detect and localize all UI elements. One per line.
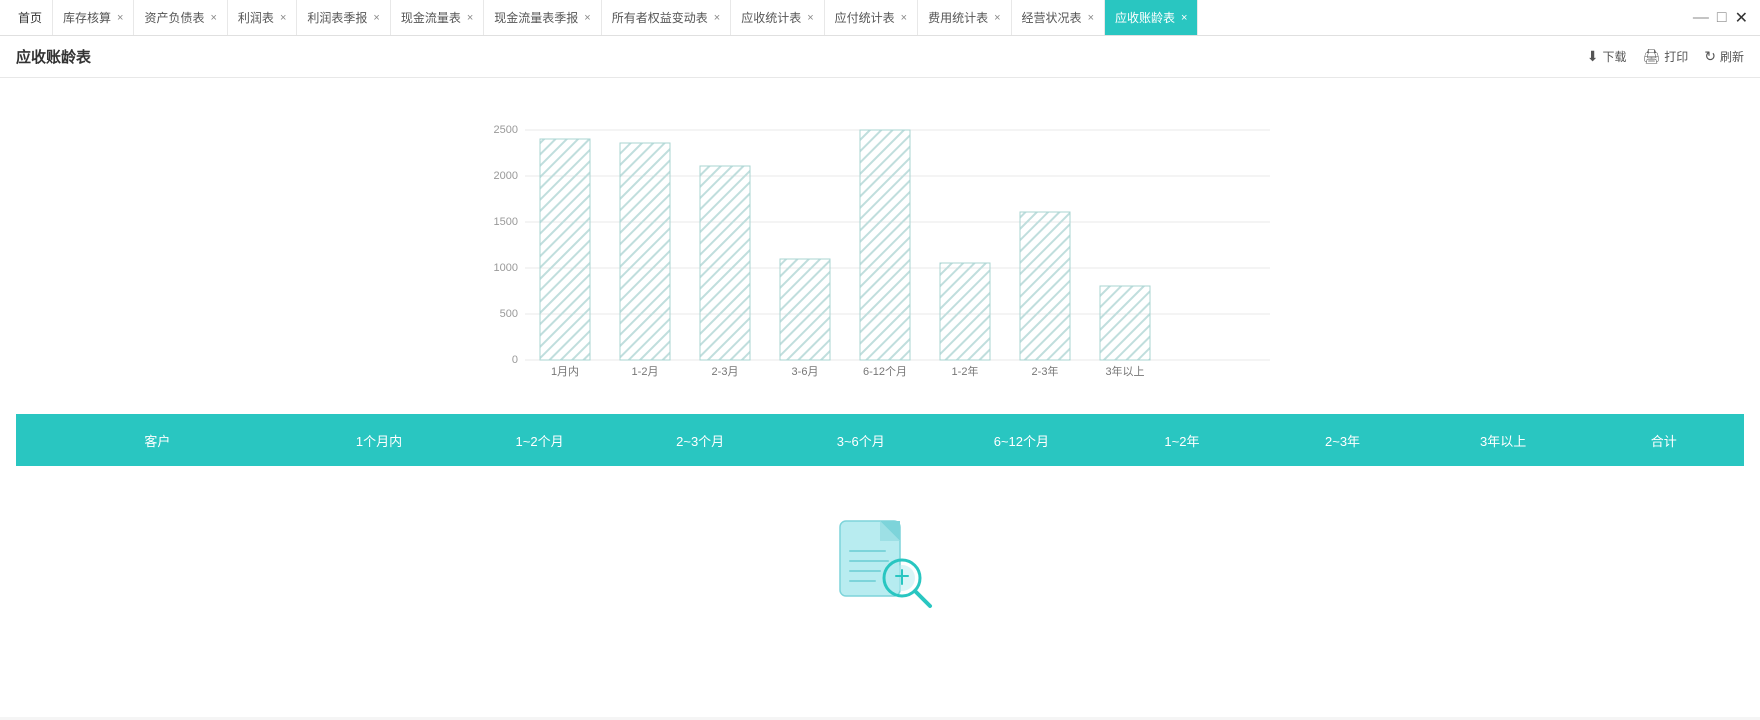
svg-text:2-3月: 2-3月 <box>712 366 739 378</box>
download-button[interactable]: ⬇ 下载 <box>1587 48 1627 65</box>
print-icon: 🖨 <box>1642 48 1660 65</box>
bar-3-6月 <box>780 259 830 360</box>
svg-text:1500: 1500 <box>494 216 518 228</box>
col-year2-3: 2~3年 <box>1262 431 1423 450</box>
tab-label-profit-quarterly: 利润表季报 <box>307 9 367 26</box>
tab-label-balance: 资产负债表 <box>144 9 204 26</box>
tab-ap-stat[interactable]: 应付统计表 × <box>825 0 918 35</box>
tab-operations[interactable]: 经营状况表 × <box>1012 0 1105 35</box>
tab-expense-stat[interactable]: 费用统计表 × <box>918 0 1011 35</box>
bar-chart: 0 500 1000 1500 2000 2500 1月内 1-2月 2-3月 <box>470 110 1290 390</box>
tab-close-cashflow[interactable]: × <box>467 12 473 24</box>
col-year1-2: 1~2年 <box>1102 431 1263 450</box>
tab-equity[interactable]: 所有者权益变动表 × <box>602 0 731 35</box>
empty-illustration <box>820 506 940 619</box>
tab-close-expense-stat[interactable]: × <box>994 12 1000 24</box>
print-button[interactable]: 🖨 打印 <box>1642 48 1688 65</box>
tab-cashflow-quarterly[interactable]: 现金流量表季报 × <box>484 0 601 35</box>
tab-close-inventory[interactable]: × <box>117 12 123 24</box>
svg-text:1-2月: 1-2月 <box>632 366 659 378</box>
svg-text:3-6月: 3-6月 <box>792 366 819 378</box>
col-month1: 1个月内 <box>299 431 460 450</box>
empty-state-icon <box>820 506 940 616</box>
col-total: 合计 <box>1583 431 1744 450</box>
print-label: 打印 <box>1664 48 1688 65</box>
col-month6-12: 6~12个月 <box>941 431 1102 450</box>
table-header: 客户 1个月内 1~2个月 2~3个月 3~6个月 6~12个月 1~2年 2~… <box>16 414 1744 466</box>
bar-1月内 <box>540 139 590 360</box>
svg-text:3年以上: 3年以上 <box>1105 364 1144 378</box>
svg-text:2-3年: 2-3年 <box>1032 364 1059 378</box>
tab-label-ar-aging: 应收账龄表 <box>1115 9 1175 26</box>
tab-close-operations[interactable]: × <box>1088 12 1094 24</box>
tab-close-profit[interactable]: × <box>280 12 286 24</box>
tab-label-ar-stat: 应收统计表 <box>741 9 801 26</box>
bar-6-12个月 <box>860 130 910 360</box>
tab-cashflow[interactable]: 现金流量表 × <box>391 0 484 35</box>
tab-close-ar-aging[interactable]: × <box>1181 12 1187 24</box>
col-month1-2: 1~2个月 <box>459 431 620 450</box>
header-actions: ⬇ 下载 🖨 打印 ↻ 刷新 <box>1587 48 1744 65</box>
col-customer: 客户 <box>16 431 299 450</box>
svg-text:1月内: 1月内 <box>551 364 579 378</box>
bar-2-3年 <box>1020 212 1070 360</box>
tab-close-profit-quarterly[interactable]: × <box>373 12 379 24</box>
svg-text:1-2年: 1-2年 <box>952 364 979 378</box>
maximize-button[interactable]: □ <box>1717 9 1727 27</box>
minimize-button[interactable]: — <box>1693 9 1709 27</box>
download-icon: ⬇ <box>1587 48 1599 65</box>
col-month3-6: 3~6个月 <box>780 431 941 450</box>
download-label: 下载 <box>1602 48 1626 65</box>
svg-text:2500: 2500 <box>494 124 518 136</box>
col-month2-3: 2~3个月 <box>620 431 781 450</box>
empty-state <box>16 466 1744 659</box>
tab-label-expense-stat: 费用统计表 <box>928 9 988 26</box>
page-header: 应收账龄表 ⬇ 下载 🖨 打印 ↻ 刷新 <box>0 36 1760 78</box>
tab-label-cashflow-quarterly: 现金流量表季报 <box>494 9 578 26</box>
bar-1-2月 <box>620 143 670 360</box>
tab-close-ap-stat[interactable]: × <box>901 12 907 24</box>
bar-1-2年 <box>940 263 990 360</box>
tab-profit-quarterly[interactable]: 利润表季报 × <box>297 0 390 35</box>
tab-bar-right: — □ ✕ <box>1693 8 1752 28</box>
close-button[interactable]: ✕ <box>1735 8 1748 28</box>
tab-profit[interactable]: 利润表 × <box>228 0 297 35</box>
tab-home-label: 首页 <box>18 9 42 26</box>
svg-text:500: 500 <box>500 308 518 320</box>
tab-label-profit: 利润表 <box>238 9 274 26</box>
tab-close-ar-stat[interactable]: × <box>807 12 813 24</box>
tab-label-cashflow: 现金流量表 <box>401 9 461 26</box>
refresh-button[interactable]: ↻ 刷新 <box>1704 48 1744 65</box>
tab-ar-stat[interactable]: 应收统计表 × <box>731 0 824 35</box>
tab-inventory[interactable]: 库存核算 × <box>53 0 134 35</box>
tab-close-cashflow-quarterly[interactable]: × <box>584 12 590 24</box>
tab-home[interactable]: 首页 <box>8 0 53 35</box>
svg-text:0: 0 <box>512 354 518 366</box>
chart-area: 0 500 1000 1500 2000 2500 1月内 1-2月 2-3月 <box>16 94 1744 406</box>
tab-close-equity[interactable]: × <box>714 12 720 24</box>
bar-3年以上 <box>1100 286 1150 360</box>
svg-text:1000: 1000 <box>494 262 518 274</box>
svg-text:2000: 2000 <box>494 170 518 182</box>
tab-ar-aging[interactable]: 应收账龄表 × <box>1105 0 1198 35</box>
tab-label-ap-stat: 应付统计表 <box>835 9 895 26</box>
refresh-icon: ↻ <box>1704 48 1716 65</box>
svg-text:6-12个月: 6-12个月 <box>863 365 907 378</box>
page-title: 应收账龄表 <box>16 46 91 67</box>
bar-2-3月 <box>700 166 750 360</box>
tab-label-inventory: 库存核算 <box>63 9 111 26</box>
col-year3plus: 3年以上 <box>1423 431 1584 450</box>
tab-close-balance[interactable]: × <box>210 12 216 24</box>
refresh-label: 刷新 <box>1720 48 1744 65</box>
main-content: 0 500 1000 1500 2000 2500 1月内 1-2月 2-3月 <box>0 78 1760 717</box>
chart-container: 0 500 1000 1500 2000 2500 1月内 1-2月 2-3月 <box>470 110 1290 390</box>
tab-balance[interactable]: 资产负债表 × <box>134 0 227 35</box>
tab-bar: 首页 库存核算×资产负债表×利润表×利润表季报×现金流量表×现金流量表季报×所有… <box>0 0 1760 36</box>
tab-label-operations: 经营状况表 <box>1022 9 1082 26</box>
tab-label-equity: 所有者权益变动表 <box>612 9 708 26</box>
